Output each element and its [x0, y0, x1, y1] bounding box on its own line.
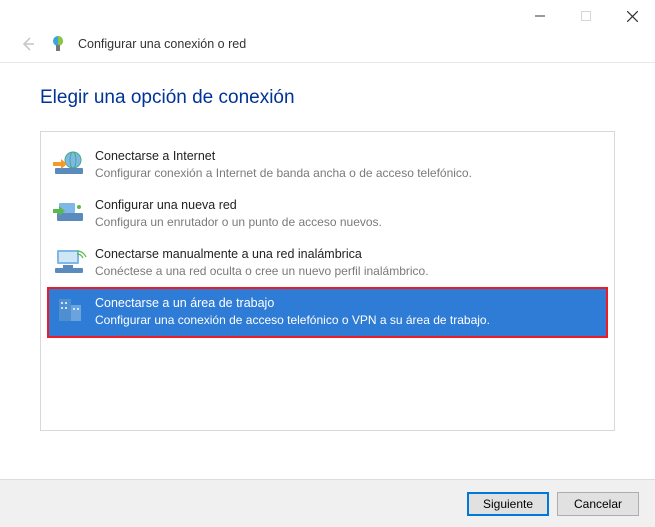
connection-option-list: Conectarse a Internet Configurar conexió…: [40, 131, 615, 431]
content-area: Elegir una opción de conexión Conectarse…: [0, 63, 655, 441]
router-icon: [53, 197, 87, 227]
option-desc: Configura un enrutador o un punto de acc…: [95, 214, 602, 230]
option-manual-wifi[interactable]: Conectarse manualmente a una red inalámb…: [49, 240, 606, 287]
option-desc: Conéctese a una red oculta o cree un nue…: [95, 263, 602, 279]
option-desc: Configurar una conexión de acceso telefó…: [95, 312, 602, 328]
building-icon: [53, 295, 87, 325]
option-desc: Configurar conexión a Internet de banda …: [95, 165, 602, 181]
option-workplace[interactable]: Conectarse a un área de trabajo Configur…: [49, 289, 606, 336]
maximize-button[interactable]: [563, 2, 609, 30]
monitor-wifi-icon: [53, 246, 87, 276]
close-button[interactable]: [609, 2, 655, 30]
minimize-button[interactable]: [517, 2, 563, 30]
window-title: Configurar una conexión o red: [78, 37, 246, 51]
option-title: Conectarse a un área de trabajo: [95, 295, 602, 312]
footer: Siguiente Cancelar: [0, 479, 655, 527]
cancel-button[interactable]: Cancelar: [557, 492, 639, 516]
option-new-network[interactable]: Configurar una nueva red Configura un en…: [49, 191, 606, 238]
option-title: Configurar una nueva red: [95, 197, 602, 214]
back-icon[interactable]: [18, 34, 38, 54]
header: Configurar una conexión o red: [0, 32, 655, 63]
page-heading: Elegir una opción de conexión: [40, 87, 615, 109]
option-title: Conectarse manualmente a una red inalámb…: [95, 246, 602, 263]
next-button[interactable]: Siguiente: [467, 492, 549, 516]
wizard-icon: [48, 34, 68, 54]
option-title: Conectarse a Internet: [95, 148, 602, 165]
globe-icon: [53, 148, 87, 178]
titlebar: [0, 0, 655, 32]
option-connect-internet[interactable]: Conectarse a Internet Configurar conexió…: [49, 142, 606, 189]
